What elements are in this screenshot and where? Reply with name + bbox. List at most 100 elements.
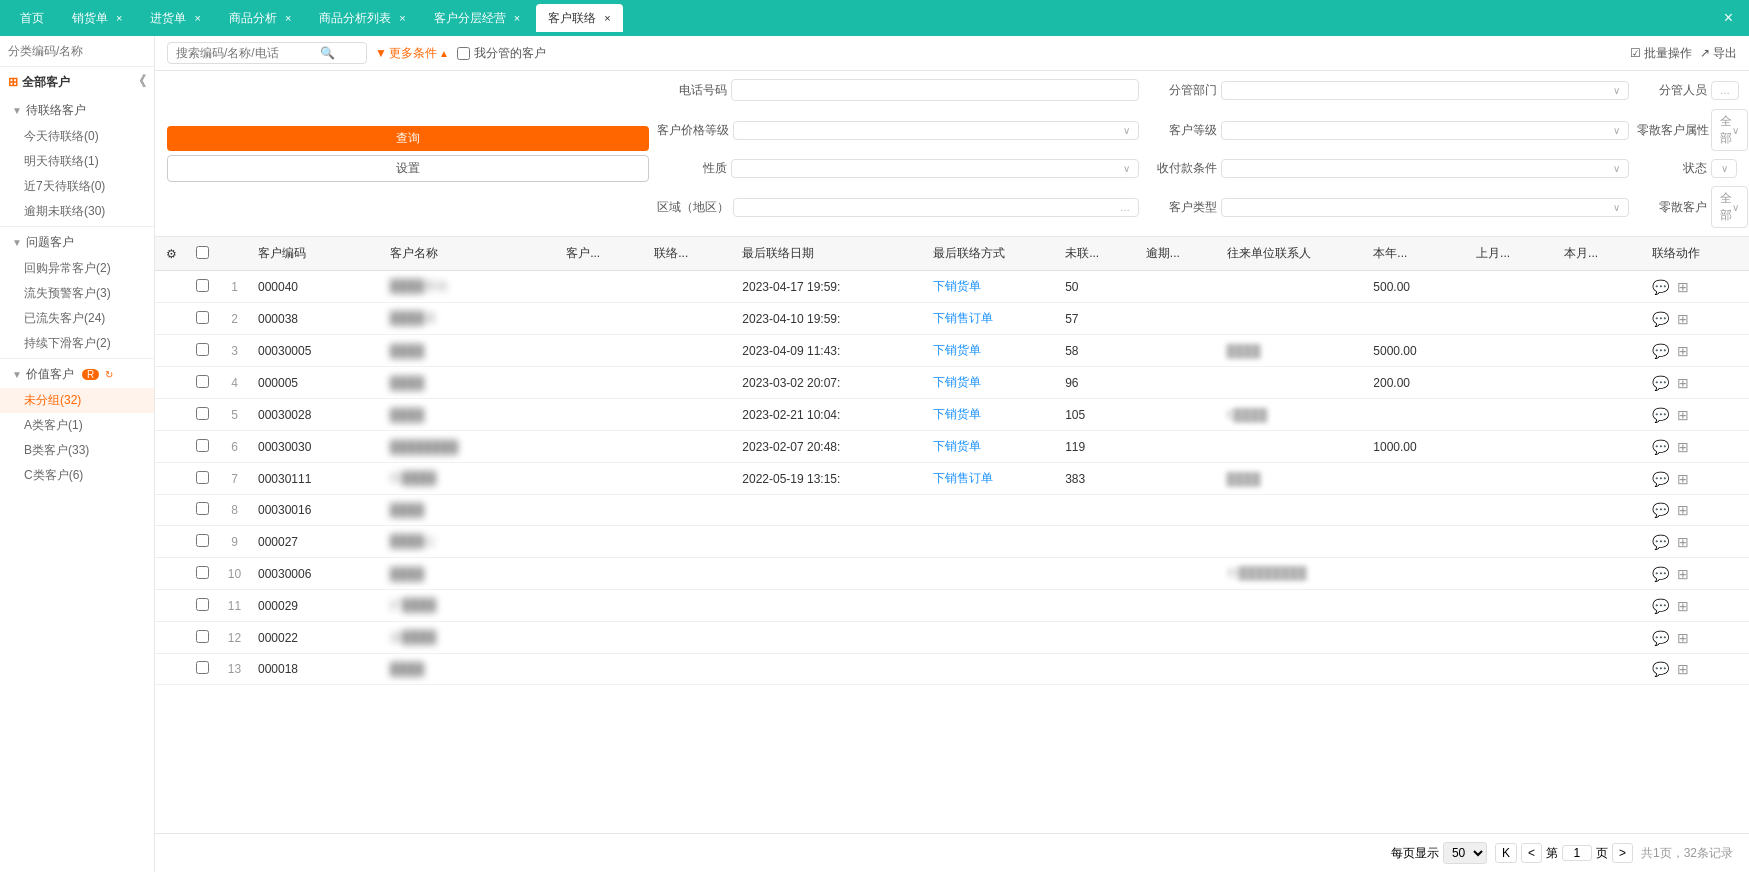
more-conditions-btn[interactable]: ▼ 更多条件 ▲: [375, 45, 449, 62]
export-btn[interactable]: ↗ 导出: [1700, 45, 1737, 62]
grid-action-icon[interactable]: ⊞: [1677, 279, 1689, 295]
grid-action-icon[interactable]: ⊞: [1677, 407, 1689, 423]
collapse-sidebar-btn[interactable]: 《: [132, 73, 146, 91]
message-icon[interactable]: 💬: [1652, 534, 1669, 550]
row-check[interactable]: [187, 431, 217, 463]
sidebar-search-input[interactable]: [8, 44, 155, 58]
message-icon[interactable]: 💬: [1652, 598, 1669, 614]
sidebar-item-ungrouped[interactable]: 未分组(32): [0, 388, 154, 413]
close-customer-manager-tab[interactable]: ×: [514, 12, 520, 24]
row-check[interactable]: [187, 590, 217, 622]
grid-action-icon[interactable]: ⊞: [1677, 471, 1689, 487]
close-purchase-tab[interactable]: ×: [194, 12, 200, 24]
message-icon[interactable]: 💬: [1652, 439, 1669, 455]
my-customers-checkbox[interactable]: [457, 47, 470, 60]
row-check[interactable]: [187, 495, 217, 526]
sidebar-item-churned[interactable]: 已流失客户(24): [0, 306, 154, 331]
row-check[interactable]: [187, 367, 217, 399]
tab-customer-manager[interactable]: 客户分层经营 ×: [422, 4, 532, 32]
batch-op-btn[interactable]: ☑ 批量操作: [1630, 45, 1692, 62]
sidebar-item-overdue[interactable]: 逾期未联络(30): [0, 199, 154, 224]
message-icon[interactable]: 💬: [1652, 279, 1669, 295]
per-page-select[interactable]: 50: [1443, 842, 1487, 864]
sidebar-item-churn-warning[interactable]: 流失预警客户(3): [0, 281, 154, 306]
window-close-button[interactable]: ×: [1716, 9, 1741, 26]
payment-select[interactable]: ∨: [1221, 159, 1629, 178]
sidebar-item-7days[interactable]: 近7天待联络(0): [0, 174, 154, 199]
tab-analysis-list[interactable]: 商品分析列表 ×: [307, 4, 417, 32]
page-input[interactable]: [1562, 845, 1592, 861]
filter-search-input[interactable]: [176, 46, 316, 60]
grid-action-icon[interactable]: ⊞: [1677, 502, 1689, 518]
grid-action-icon[interactable]: ⊞: [1677, 630, 1689, 646]
row-check[interactable]: [187, 271, 217, 303]
value-customers-title[interactable]: ▼ 价值客户 R ↻: [0, 361, 154, 388]
row-check[interactable]: [187, 654, 217, 685]
row-check[interactable]: [187, 558, 217, 590]
price-level-select[interactable]: ∨: [733, 121, 1139, 140]
all-customers-header[interactable]: ⊞ 全部客户 《: [0, 67, 154, 97]
grid-action-icon[interactable]: ⊞: [1677, 534, 1689, 550]
grid-action-icon[interactable]: ⊞: [1677, 661, 1689, 677]
region-select[interactable]: …: [733, 198, 1139, 217]
tab-home[interactable]: 首页: [8, 4, 56, 32]
filter-search-icon[interactable]: 🔍: [320, 46, 335, 60]
sparse-attr-select[interactable]: 全部∨: [1711, 109, 1748, 151]
grid-action-icon[interactable]: ⊞: [1677, 311, 1689, 327]
first-page-btn[interactable]: K: [1495, 843, 1517, 863]
sidebar-item-b-class[interactable]: B类客户(33): [0, 438, 154, 463]
problem-customers-title[interactable]: ▼ 问题客户: [0, 229, 154, 256]
message-icon[interactable]: 💬: [1652, 630, 1669, 646]
row-check[interactable]: [187, 399, 217, 431]
close-sales-tab[interactable]: ×: [116, 12, 122, 24]
dept-select[interactable]: ∨: [1221, 81, 1629, 100]
message-icon[interactable]: 💬: [1652, 502, 1669, 518]
message-icon[interactable]: 💬: [1652, 407, 1669, 423]
col-check[interactable]: [187, 237, 217, 271]
sidebar-item-today[interactable]: 今天待联络(0): [0, 124, 154, 149]
phone-input[interactable]: [740, 83, 1130, 97]
row-check[interactable]: [187, 303, 217, 335]
row-check[interactable]: [187, 335, 217, 367]
row-check[interactable]: [187, 622, 217, 654]
grid-action-icon[interactable]: ⊞: [1677, 566, 1689, 582]
close-analysis-tab[interactable]: ×: [285, 12, 291, 24]
phone-input-wrap[interactable]: [731, 79, 1139, 101]
tab-customer-contact[interactable]: 客户联络 ×: [536, 4, 622, 32]
customer-level-select[interactable]: ∨: [1221, 121, 1629, 140]
message-icon[interactable]: 💬: [1652, 471, 1669, 487]
col-settings[interactable]: ⚙: [155, 237, 187, 271]
manager-select[interactable]: …: [1711, 81, 1739, 100]
tab-sales[interactable]: 销货单 ×: [60, 4, 134, 32]
sidebar-item-tomorrow[interactable]: 明天待联络(1): [0, 149, 154, 174]
prev-page-btn[interactable]: <: [1521, 843, 1542, 863]
sparse-customer-select[interactable]: 全部∨: [1711, 186, 1748, 228]
customer-type-select[interactable]: ∨: [1221, 198, 1629, 217]
message-icon[interactable]: 💬: [1652, 375, 1669, 391]
grid-action-icon[interactable]: ⊞: [1677, 598, 1689, 614]
sidebar-item-abnormal[interactable]: 回购异常客户(2): [0, 256, 154, 281]
sidebar-item-c-class[interactable]: C类客户(6): [0, 463, 154, 488]
refresh-icon[interactable]: ↻: [105, 369, 113, 380]
message-icon[interactable]: 💬: [1652, 311, 1669, 327]
sidebar-item-a-class[interactable]: A类客户(1): [0, 413, 154, 438]
message-icon[interactable]: 💬: [1652, 343, 1669, 359]
message-icon[interactable]: 💬: [1652, 566, 1669, 582]
my-customers-checkbox-area[interactable]: 我分管的客户: [457, 45, 546, 62]
next-page-btn[interactable]: >: [1612, 843, 1633, 863]
status-select[interactable]: ∨: [1711, 159, 1737, 178]
sidebar-item-declining[interactable]: 持续下滑客户(2): [0, 331, 154, 356]
tab-purchase[interactable]: 进货单 ×: [138, 4, 212, 32]
query-button[interactable]: 查询: [167, 126, 649, 151]
grid-action-icon[interactable]: ⊞: [1677, 375, 1689, 391]
close-customer-contact-tab[interactable]: ×: [604, 12, 610, 24]
reset-button[interactable]: 设置: [167, 155, 649, 182]
select-all-checkbox[interactable]: [196, 246, 209, 259]
pending-customers-title[interactable]: ▼ 待联络客户: [0, 97, 154, 124]
grid-action-icon[interactable]: ⊞: [1677, 343, 1689, 359]
row-check[interactable]: [187, 526, 217, 558]
grid-action-icon[interactable]: ⊞: [1677, 439, 1689, 455]
close-analysis-list-tab[interactable]: ×: [399, 12, 405, 24]
row-check[interactable]: [187, 463, 217, 495]
nature-select[interactable]: ∨: [731, 159, 1139, 178]
